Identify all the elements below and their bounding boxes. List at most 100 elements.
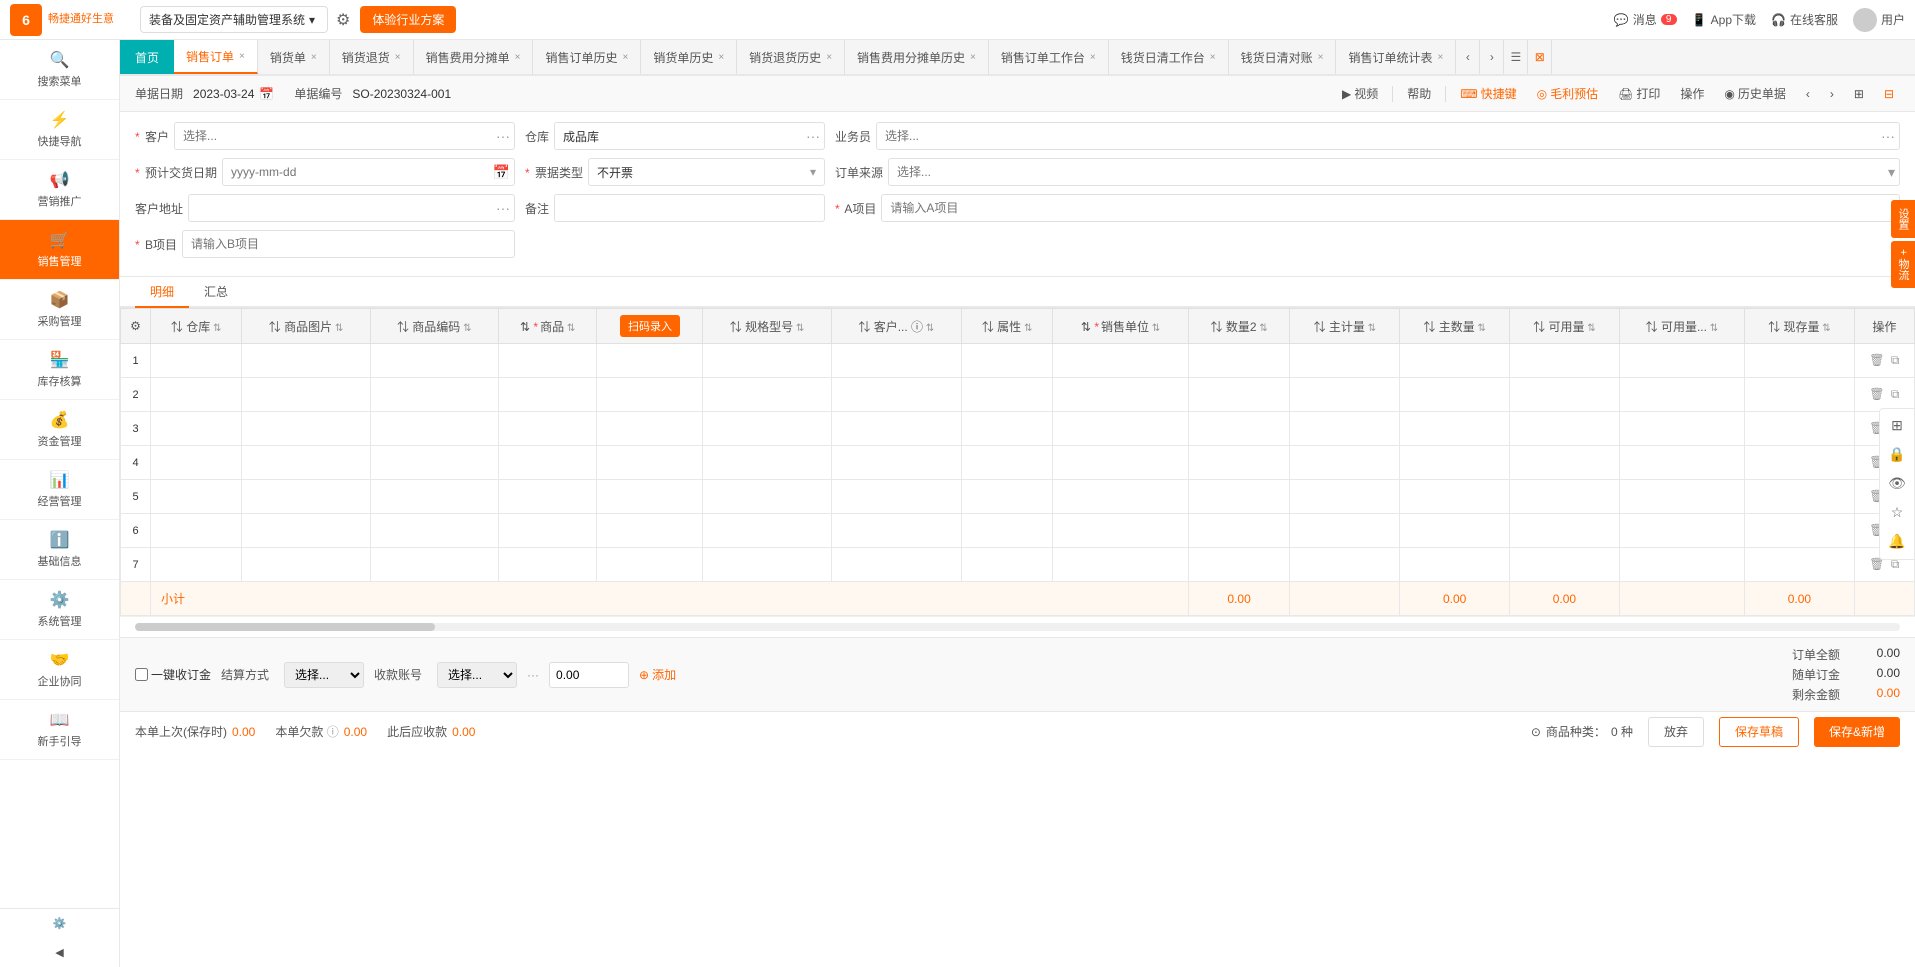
- tab-sales-return[interactable]: 销货退货 ×: [330, 40, 414, 74]
- sidebar-item-inventory[interactable]: 🏪 库存核算: [0, 340, 119, 400]
- grid-view-btn[interactable]: ⊞: [1848, 84, 1870, 104]
- cell-attribute[interactable]: [961, 412, 1052, 446]
- cell-customer-code[interactable]: [831, 514, 961, 548]
- tab-next-btn[interactable]: ›: [1480, 40, 1504, 74]
- cell-main-qty[interactable]: [1400, 344, 1510, 378]
- cell-main-unit[interactable]: [1290, 446, 1400, 480]
- cell-product-img[interactable]: [242, 344, 370, 378]
- tab-close-icon[interactable]: ×: [1210, 52, 1216, 63]
- project-b-input[interactable]: [182, 230, 515, 258]
- view-btn[interactable]: ▶ 视频: [1336, 82, 1384, 105]
- cell-main-qty[interactable]: [1400, 480, 1510, 514]
- cell-customer-code[interactable]: [831, 412, 961, 446]
- tab-daily-reconcile[interactable]: 钱货日清对账 ×: [1229, 40, 1337, 74]
- one-click-checkbox[interactable]: 一键收订金: [135, 666, 211, 683]
- cell-unit[interactable]: [1053, 480, 1189, 514]
- tab-menu-btn[interactable]: ☰: [1504, 40, 1528, 74]
- calendar-icon[interactable]: 📅: [259, 87, 274, 101]
- cell-unit[interactable]: [1053, 446, 1189, 480]
- payment-select[interactable]: 选择...: [284, 662, 364, 688]
- tab-detail[interactable]: 明细: [135, 277, 189, 308]
- order-source-input[interactable]: [888, 158, 1900, 186]
- cell-available[interactable]: [1510, 412, 1620, 446]
- cell-available2[interactable]: [1619, 480, 1744, 514]
- cell-qty2[interactable]: [1188, 344, 1290, 378]
- sidebar-item-purchase[interactable]: 📦 采购管理: [0, 280, 119, 340]
- cell-spec[interactable]: [703, 480, 831, 514]
- tab-close-icon[interactable]: ×: [622, 52, 628, 63]
- float-star-btn[interactable]: ☆: [1885, 501, 1909, 525]
- copy-icon[interactable]: ⧉: [1891, 387, 1900, 401]
- th-available[interactable]: ⇅ 可用量: [1510, 309, 1620, 344]
- form-view-btn[interactable]: ⊟: [1878, 84, 1900, 104]
- cell-attribute[interactable]: [961, 344, 1052, 378]
- delete-icon[interactable]: 🗑: [1869, 387, 1884, 401]
- cell-warehouse[interactable]: [151, 514, 242, 548]
- sidebar-item-operations[interactable]: 📊 经营管理: [0, 460, 119, 520]
- app-download-btn[interactable]: 📱 App下载: [1692, 11, 1756, 28]
- cell-attribute[interactable]: [961, 514, 1052, 548]
- tab-close-icon[interactable]: ×: [1437, 52, 1443, 63]
- operation-btn[interactable]: 操作: [1674, 82, 1710, 105]
- cell-product-name[interactable]: [498, 514, 597, 548]
- th-product-img[interactable]: ⇅ 商品图片: [242, 309, 370, 344]
- tab-expense-history[interactable]: 销售费用分摊单历史 ×: [845, 40, 989, 74]
- settings-icon[interactable]: ⚙: [336, 10, 350, 30]
- cell-spec[interactable]: [703, 344, 831, 378]
- cell-attribute[interactable]: [961, 480, 1052, 514]
- float-alert-btn[interactable]: 🔔: [1885, 530, 1909, 554]
- cell-customer-code[interactable]: [831, 344, 961, 378]
- cell-product-name[interactable]: [498, 446, 597, 480]
- cell-product-img[interactable]: [242, 412, 370, 446]
- settings-side-btn[interactable]: 设置: [1891, 200, 1915, 238]
- cell-product-code[interactable]: [370, 412, 498, 446]
- cell-customer-code[interactable]: [831, 548, 961, 582]
- staff-input[interactable]: [876, 122, 1900, 150]
- staff-dots-btn[interactable]: ···: [1881, 128, 1895, 144]
- float-eye-btn[interactable]: 👁: [1885, 472, 1909, 496]
- th-available2[interactable]: ⇅ 可用量...: [1619, 309, 1744, 344]
- th-customer-code[interactable]: ⇅ 客户... ⓘ: [831, 309, 961, 344]
- delivery-calendar-btn[interactable]: 📅: [493, 164, 510, 181]
- next-record-btn[interactable]: ›: [1824, 84, 1840, 104]
- th-product-code[interactable]: ⇅ 商品编码: [370, 309, 498, 344]
- tab-close-icon[interactable]: ×: [311, 52, 317, 63]
- cell-main-qty[interactable]: [1400, 446, 1510, 480]
- history-btn[interactable]: ◉ 历史单据: [1718, 82, 1792, 105]
- tab-prev-btn[interactable]: ‹: [1456, 40, 1480, 74]
- cell-available2[interactable]: [1619, 514, 1744, 548]
- cell-product-name[interactable]: [498, 412, 597, 446]
- cell-main-unit[interactable]: [1290, 480, 1400, 514]
- th-qty2[interactable]: ⇅ 数量2: [1188, 309, 1290, 344]
- cell-available2[interactable]: [1619, 446, 1744, 480]
- cell-main-qty[interactable]: [1400, 548, 1510, 582]
- shortcut-btn[interactable]: ⌨ 快捷键: [1454, 82, 1522, 105]
- cell-product-name[interactable]: [498, 378, 597, 412]
- sidebar-item-system[interactable]: ⚙️ 系统管理: [0, 580, 119, 640]
- tab-close-icon[interactable]: ×: [1318, 52, 1324, 63]
- cell-product-code[interactable]: [370, 514, 498, 548]
- discard-btn[interactable]: 放弃: [1648, 717, 1704, 747]
- cell-qty2[interactable]: [1188, 412, 1290, 446]
- cell-main-unit[interactable]: [1290, 412, 1400, 446]
- cell-warehouse[interactable]: [151, 378, 242, 412]
- cell-product-img[interactable]: [242, 446, 370, 480]
- tab-sales-order[interactable]: 销售订单 ×: [174, 40, 258, 74]
- cell-current-stock[interactable]: [1744, 548, 1854, 582]
- cell-current-stock[interactable]: [1744, 514, 1854, 548]
- cell-product-code[interactable]: [370, 378, 498, 412]
- sidebar-item-finance[interactable]: 💰 资金管理: [0, 400, 119, 460]
- cell-main-unit[interactable]: [1290, 548, 1400, 582]
- cell-available2[interactable]: [1619, 548, 1744, 582]
- cell-spec[interactable]: [703, 378, 831, 412]
- scrollbar-thumb[interactable]: [135, 623, 435, 631]
- scan-btn[interactable]: 扫码录入: [620, 315, 680, 337]
- cell-attribute[interactable]: [961, 378, 1052, 412]
- help-btn[interactable]: 帮助: [1401, 82, 1437, 105]
- save-new-btn[interactable]: 保存&新增: [1814, 717, 1900, 747]
- dots-icon[interactable]: ···: [527, 668, 539, 682]
- cell-main-unit[interactable]: [1290, 344, 1400, 378]
- cell-product-code[interactable]: [370, 446, 498, 480]
- cell-main-unit[interactable]: [1290, 378, 1400, 412]
- delete-icon[interactable]: 🗑: [1869, 353, 1884, 367]
